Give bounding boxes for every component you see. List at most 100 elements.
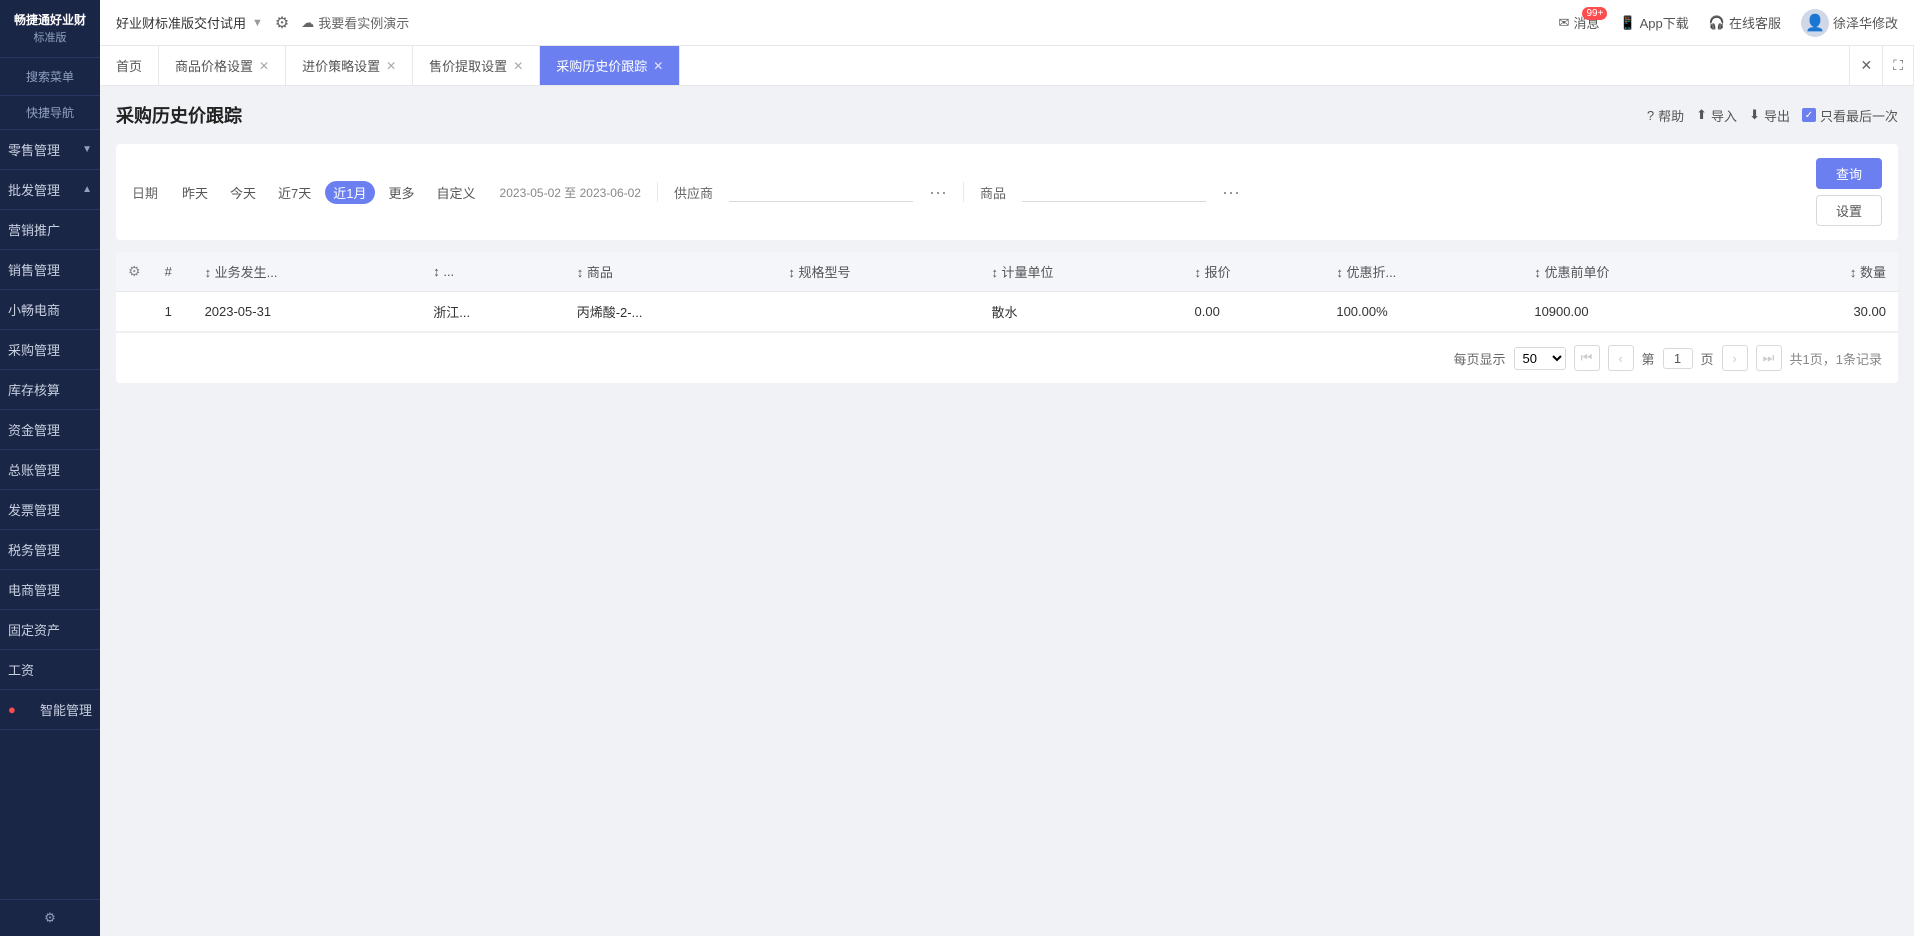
pagination-last-btn[interactable]: ⏭: [1756, 345, 1782, 371]
filter-settings-button[interactable]: 设置: [1816, 195, 1882, 226]
filter-divider: [657, 182, 658, 202]
topbar: 好业财标准版交付试用 ▼ ⚙ ☁ 我要看实例演示 ✉ 消息 99+ 📱 App下…: [100, 0, 1914, 46]
supplier-more-icon[interactable]: ···: [929, 182, 947, 203]
sidebar-nav[interactable]: 快捷导航: [0, 96, 100, 130]
th-unit-price[interactable]: ↕ 优惠前单价: [1522, 252, 1756, 292]
th-gear[interactable]: ⚙: [116, 252, 153, 292]
tab-home[interactable]: 首页: [100, 46, 159, 86]
export-action[interactable]: ⬇ 导出: [1749, 106, 1790, 125]
close-tab-button[interactable]: ✕: [1850, 46, 1883, 86]
avatar: 👤: [1801, 9, 1829, 37]
red-dot-icon: ●: [8, 702, 16, 717]
sidebar-item-retail[interactable]: 零售管理 ▼: [0, 130, 100, 170]
close-tab-price[interactable]: ✕: [259, 59, 269, 73]
sidebar-item-label: 小畅电商: [8, 300, 60, 319]
td-gear: [116, 292, 153, 332]
sidebar-item-invoice[interactable]: 发票管理: [0, 490, 100, 530]
date-custom[interactable]: 自定义: [429, 181, 484, 204]
td-extra: 浙江...: [421, 292, 564, 332]
filter-row: 日期 昨天 今天 近7天 近1月 更多 自定义 2023-05-02 至 202…: [132, 158, 1882, 226]
td-quantity: 30.00: [1756, 292, 1898, 332]
sidebar-item-fixed-assets[interactable]: 固定资产: [0, 610, 100, 650]
th-goods[interactable]: ↕ 商品: [565, 252, 777, 292]
close-tab-sale[interactable]: ✕: [513, 59, 523, 73]
date-pills: 昨天 今天 近7天 近1月 更多 自定义: [174, 181, 484, 204]
sidebar-item-purchase[interactable]: 采购管理: [0, 330, 100, 370]
tab-strategy-label: 进价策略设置: [302, 56, 380, 75]
th-discount[interactable]: ↕ 优惠折...: [1324, 252, 1522, 292]
sidebar-item-salary[interactable]: 工资: [0, 650, 100, 690]
sidebar-item-ecommerce-small[interactable]: 小畅电商: [0, 290, 100, 330]
chevron-down-icon: ▼: [82, 144, 92, 155]
th-date[interactable]: ↕ 业务发生...: [193, 252, 422, 292]
date-more[interactable]: 更多: [381, 181, 423, 204]
sidebar-item-label: 发票管理: [8, 500, 60, 519]
settings-icon[interactable]: ⚙: [275, 13, 289, 33]
sidebar-item-sales[interactable]: 销售管理: [0, 250, 100, 290]
sidebar-search[interactable]: 搜索菜单: [0, 58, 100, 96]
goods-more-icon[interactable]: ···: [1222, 182, 1240, 203]
sidebar-item-ecommerce[interactable]: 电商管理: [0, 570, 100, 610]
table-header-row: ⚙ # ↕ 业务发生... ↕ ... ↕ 商品 ↕ 规: [116, 252, 1898, 292]
messages-badge: 99+: [1582, 7, 1607, 20]
messages-button[interactable]: ✉ 消息 99+: [1559, 13, 1600, 32]
maximize-tab-button[interactable]: ⛶: [1883, 46, 1914, 86]
per-page-label: 每页显示: [1453, 349, 1505, 368]
th-price[interactable]: ↕ 报价: [1183, 252, 1325, 292]
app-download-button[interactable]: 📱 App下载: [1619, 13, 1688, 32]
demo-label: 我要看实例演示: [318, 13, 409, 32]
sidebar-item-wholesale[interactable]: 批发管理 ▲: [0, 170, 100, 210]
sidebar-item-inventory[interactable]: 库存核算: [0, 370, 100, 410]
goods-label: 商品: [980, 183, 1006, 202]
date-today[interactable]: 今天: [222, 181, 264, 204]
goods-input[interactable]: [1022, 182, 1206, 202]
th-spec[interactable]: ↕ 规格型号: [776, 252, 979, 292]
th-extra[interactable]: ↕ ...: [421, 252, 564, 292]
th-unit[interactable]: ↕ 计量单位: [979, 252, 1182, 292]
sidebar-item-label: 工资: [8, 660, 34, 679]
sidebar-item-intelligent[interactable]: ● 智能管理: [0, 690, 100, 730]
gear-icon[interactable]: ⚙: [44, 910, 56, 925]
help-action[interactable]: ? 帮助: [1647, 106, 1684, 125]
sidebar-item-label: 库存核算: [8, 380, 60, 399]
query-button[interactable]: 查询: [1816, 158, 1882, 189]
date-1month[interactable]: 近1月: [325, 181, 374, 204]
sidebar-item-label: 零售管理: [8, 140, 60, 159]
app-logo-title: 畅捷通好业财: [14, 12, 86, 29]
th-index: #: [153, 252, 193, 292]
tab-home-label: 首页: [116, 56, 142, 75]
pagination-next-btn[interactable]: ›: [1722, 345, 1748, 371]
date-7days[interactable]: 近7天: [270, 181, 319, 204]
only-last-checkbox[interactable]: ✓ 只看最后一次: [1802, 106, 1898, 125]
demo-button[interactable]: ☁ 我要看实例演示: [301, 13, 409, 32]
topbar-right: ✉ 消息 99+ 📱 App下载 🎧 在线客服 👤 徐泽华修改: [1559, 9, 1898, 37]
gear-icon: ⚙: [128, 263, 141, 279]
sidebar-item-tax[interactable]: 税务管理: [0, 530, 100, 570]
online-service-button[interactable]: 🎧 在线客服: [1709, 13, 1781, 32]
user-menu[interactable]: 👤 徐泽华修改: [1801, 9, 1898, 37]
import-action[interactable]: ⬆ 导入: [1696, 106, 1737, 125]
version-selector[interactable]: 好业财标准版交付试用 ▼: [116, 13, 263, 32]
sidebar-item-marketing[interactable]: 营销推广: [0, 210, 100, 250]
tab-price[interactable]: 商品价格设置 ✕: [159, 46, 286, 86]
td-discount: 100.00%: [1324, 292, 1522, 332]
tab-strategy[interactable]: 进价策略设置 ✕: [286, 46, 413, 86]
per-page-select[interactable]: 50 100 200: [1514, 347, 1566, 370]
tab-history[interactable]: 采购历史价跟踪 ✕: [540, 46, 680, 86]
supplier-input[interactable]: [729, 182, 913, 202]
sidebar-item-finance[interactable]: 资金管理: [0, 410, 100, 450]
td-price: 0.00: [1183, 292, 1325, 332]
tab-sale[interactable]: 售价提取设置 ✕: [413, 46, 540, 86]
page-input[interactable]: 1: [1663, 348, 1693, 369]
pagination-prev-btn[interactable]: ‹: [1608, 345, 1634, 371]
close-tab-history[interactable]: ✕: [653, 59, 663, 73]
sidebar-item-ledger[interactable]: 总账管理: [0, 450, 100, 490]
th-unit-label: ↕ 计量单位: [991, 265, 1053, 280]
sidebar-settings[interactable]: ⚙: [0, 899, 100, 936]
th-quantity[interactable]: ↕ 数量: [1756, 252, 1898, 292]
close-tab-strategy[interactable]: ✕: [386, 59, 396, 73]
pagination-first-btn[interactable]: ⏮: [1574, 345, 1600, 371]
online-service-label: 在线客服: [1729, 13, 1781, 32]
date-yesterday[interactable]: 昨天: [174, 181, 216, 204]
page-title: 采购历史价跟踪: [116, 102, 242, 128]
